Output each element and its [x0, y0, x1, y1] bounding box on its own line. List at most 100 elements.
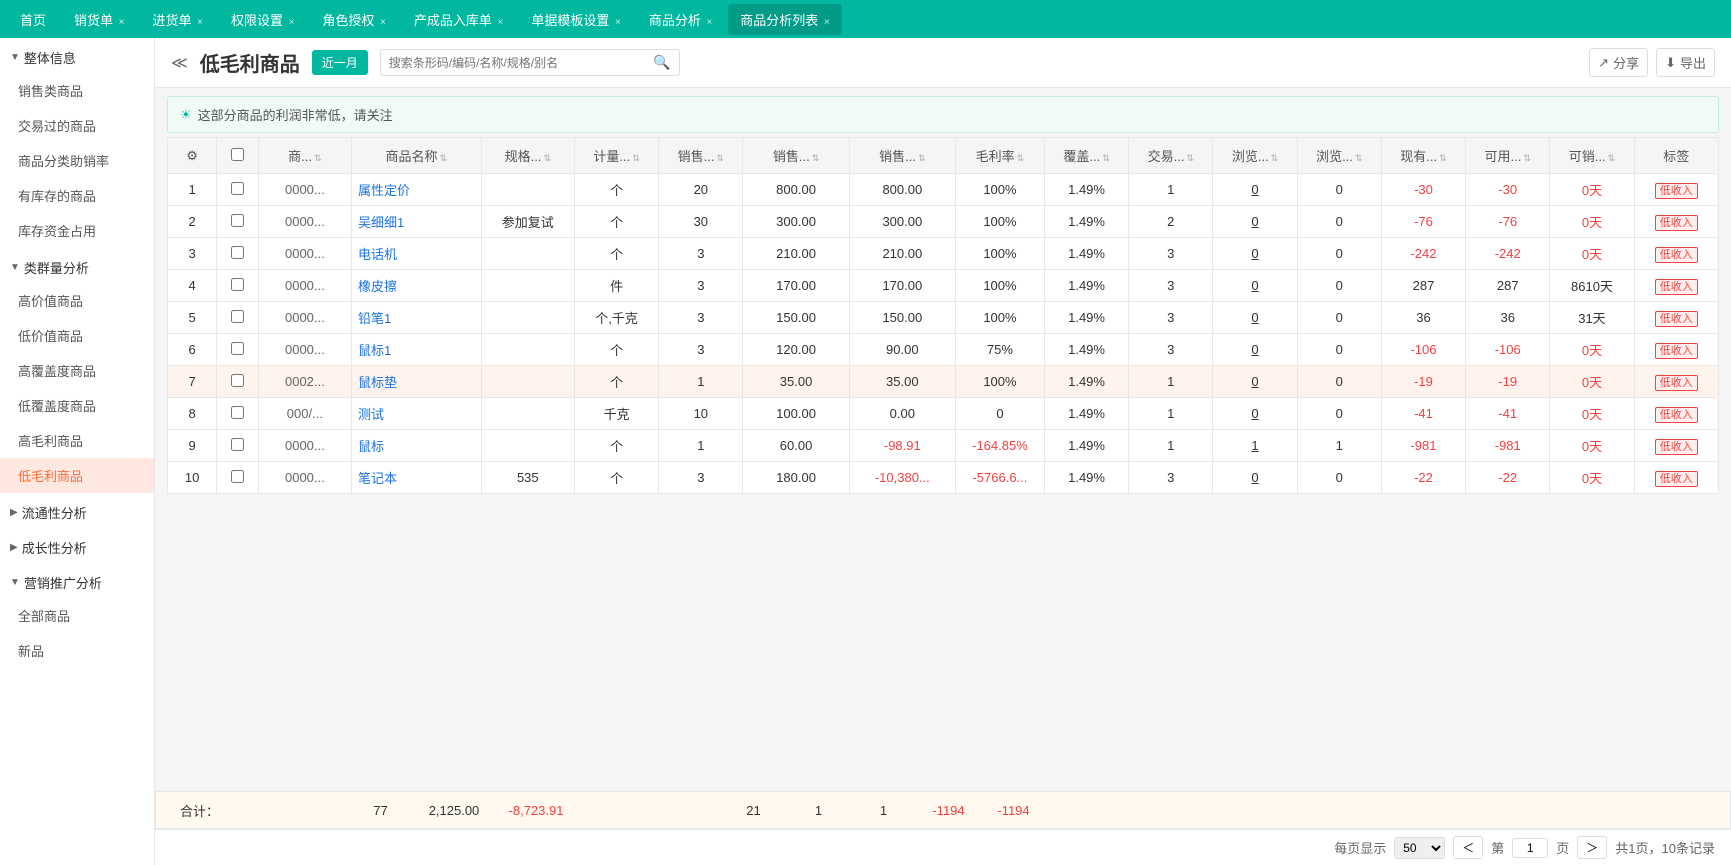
sidebar-group-overall[interactable]: ▼ 整体信息	[0, 38, 154, 73]
collapse-sidebar-btn[interactable]: ≪	[171, 53, 188, 73]
row-checkbox[interactable]	[231, 278, 244, 291]
sidebar-group-marketing[interactable]: ▼ 营销推广分析	[0, 563, 154, 598]
sidebar-item-low-coverage[interactable]: 低覆盖度商品	[0, 388, 154, 423]
cell-browse1[interactable]: 0	[1213, 462, 1297, 494]
nav-permissions[interactable]: 权限设置 ×	[219, 4, 306, 35]
th-settings[interactable]: ⚙	[168, 138, 217, 174]
table-row: 2 0000... 吴细细1 参加复试 个 30 300.00 300.00 1…	[168, 206, 1719, 238]
cell-code: 0000...	[258, 270, 351, 302]
cell-check[interactable]	[217, 430, 258, 462]
next-page-btn[interactable]: ＞	[1577, 836, 1607, 859]
row-checkbox[interactable]	[231, 374, 244, 387]
cell-cover-rate: 1.49%	[1044, 302, 1128, 334]
sidebar: ▼ 整体信息 销售类商品 交易过的商品 商品分类助销率 有库存的商品 库存资金占…	[0, 38, 155, 865]
cell-available: 36	[1466, 302, 1550, 334]
sidebar-item-stock-fund[interactable]: 库存资金占用	[0, 213, 154, 248]
sidebar-item-category-rate[interactable]: 商品分类助销率	[0, 143, 154, 178]
th-available: 可用...⇅	[1466, 138, 1550, 174]
cell-check[interactable]	[217, 174, 258, 206]
nav-templates[interactable]: 单据模板设置 ×	[519, 4, 632, 35]
cell-check[interactable]	[217, 398, 258, 430]
sidebar-item-low-profit[interactable]: 低毛利商品	[0, 458, 154, 493]
prev-page-btn[interactable]: ＜	[1453, 836, 1483, 859]
sidebar-item-traded-goods[interactable]: 交易过的商品	[0, 108, 154, 143]
nav-close-roles[interactable]: ×	[380, 17, 386, 28]
cell-check[interactable]	[217, 462, 258, 494]
cell-browse1[interactable]: 0	[1213, 366, 1297, 398]
nav-close-products[interactable]: ×	[498, 17, 504, 28]
nav-close-purchase[interactable]: ×	[197, 17, 203, 28]
row-checkbox[interactable]	[231, 310, 244, 323]
nav-analysis-list[interactable]: 商品分析列表 ×	[728, 4, 841, 35]
cell-check[interactable]	[217, 334, 258, 366]
row-checkbox[interactable]	[231, 342, 244, 355]
cell-browse1[interactable]: 0	[1213, 174, 1297, 206]
cell-check[interactable]	[217, 302, 258, 334]
sidebar-item-high-coverage[interactable]: 高覆盖度商品	[0, 353, 154, 388]
row-checkbox[interactable]	[231, 214, 244, 227]
nav-roles[interactable]: 角色授权 ×	[310, 4, 397, 35]
footer-sales-price: 2,125.00	[413, 803, 495, 818]
cell-sales-price: 35.00	[743, 366, 849, 398]
sidebar-group-growth[interactable]: ▶ 成长性分析	[0, 528, 154, 563]
cell-saleable: 0天	[1550, 398, 1634, 430]
cell-gross-rate: 100%	[955, 206, 1044, 238]
row-checkbox[interactable]	[231, 406, 244, 419]
cell-spec	[481, 398, 574, 430]
sidebar-item-high-value[interactable]: 高价值商品	[0, 283, 154, 318]
nav-close-templates[interactable]: ×	[615, 17, 621, 28]
cell-browse1[interactable]: 0	[1213, 270, 1297, 302]
sidebar-item-low-value[interactable]: 低价值商品	[0, 318, 154, 353]
table-row: 10 0000... 笔记本 535 个 3 180.00 -10,380...…	[168, 462, 1719, 494]
sidebar-group-cluster[interactable]: ▼ 类群量分析	[0, 248, 154, 283]
th-check[interactable]	[217, 138, 258, 174]
nav-analysis[interactable]: 商品分析 ×	[637, 4, 724, 35]
cell-browse1[interactable]: 0	[1213, 302, 1297, 334]
nav-sales[interactable]: 销货单 ×	[62, 4, 136, 35]
cell-check[interactable]	[217, 366, 258, 398]
cell-browse1[interactable]: 0	[1213, 238, 1297, 270]
row-checkbox[interactable]	[231, 246, 244, 259]
nav-close-permissions[interactable]: ×	[289, 17, 295, 28]
cell-browse1[interactable]: 0	[1213, 206, 1297, 238]
nav-products[interactable]: 产成品入库单 ×	[402, 4, 515, 35]
cell-check[interactable]	[217, 270, 258, 302]
sidebar-item-high-profit[interactable]: 高毛利商品	[0, 423, 154, 458]
cell-name: 鼠标垫	[352, 366, 482, 398]
search-icon[interactable]: 🔍	[653, 54, 670, 71]
row-checkbox[interactable]	[231, 438, 244, 451]
cell-check[interactable]	[217, 206, 258, 238]
search-input[interactable]	[389, 56, 650, 70]
page-number-input[interactable]	[1512, 838, 1548, 858]
arrow-flow: ▶	[10, 507, 18, 518]
sidebar-group-flow[interactable]: ▶ 流通性分析	[0, 493, 154, 528]
sidebar-item-in-stock[interactable]: 有库存的商品	[0, 178, 154, 213]
row-checkbox[interactable]	[231, 470, 244, 483]
footer-browse2: 1	[851, 803, 916, 818]
sidebar-item-new-goods[interactable]: 新品	[0, 633, 154, 668]
cell-browse1[interactable]: 1	[1213, 430, 1297, 462]
cell-browse1[interactable]: 0	[1213, 334, 1297, 366]
check-all[interactable]	[231, 148, 244, 161]
table-container[interactable]: ⚙ 商...⇅ 商品名称⇅ 规格...⇅ 计量...⇅ 销售...⇅ 销售...…	[155, 137, 1731, 791]
export-btn[interactable]: ⬇ 导出	[1656, 48, 1715, 77]
cell-check[interactable]	[217, 238, 258, 270]
cell-spec	[481, 270, 574, 302]
nav-purchase[interactable]: 进货单 ×	[140, 4, 214, 35]
page-size-select[interactable]: 50 100 200	[1394, 837, 1445, 859]
nav-close-sales[interactable]: ×	[119, 17, 125, 28]
nav-close-analysis-list[interactable]: ×	[824, 17, 830, 28]
cell-unit: 个	[574, 430, 658, 462]
cell-code: 0002...	[258, 366, 351, 398]
cell-browse1[interactable]: 0	[1213, 398, 1297, 430]
cell-index: 8	[168, 398, 217, 430]
nav-close-analysis[interactable]: ×	[706, 17, 712, 28]
filter-recent-month-btn[interactable]: 近一月	[312, 50, 368, 75]
row-checkbox[interactable]	[231, 182, 244, 195]
sidebar-item-all-goods[interactable]: 全部商品	[0, 598, 154, 633]
footer-trade-count: 21	[721, 803, 786, 818]
sidebar-item-sales-goods[interactable]: 销售类商品	[0, 73, 154, 108]
share-btn[interactable]: ↗ 分享	[1589, 48, 1648, 77]
nav-home[interactable]: 首页	[8, 4, 58, 35]
cell-gross-rate: -5766.6...	[955, 462, 1044, 494]
